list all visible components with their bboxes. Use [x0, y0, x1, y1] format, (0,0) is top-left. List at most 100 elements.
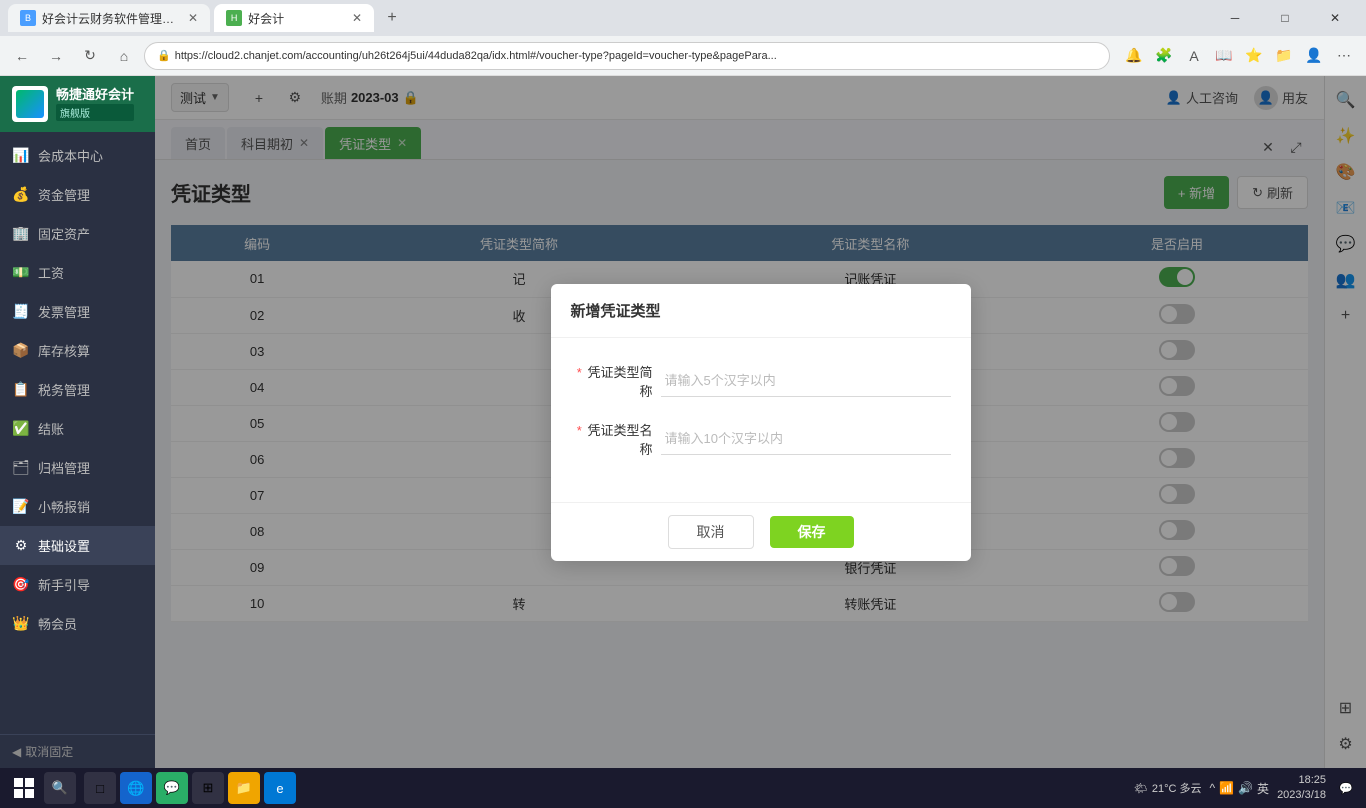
address-input[interactable]: 🔒 https://cloud2.chanjet.com/accounting/… [144, 42, 1110, 70]
logo-sub: 旗舰版 [56, 104, 134, 121]
modal-body: * 凭证类型简称 * 凭证类型名称 [551, 338, 971, 502]
tray-arrow[interactable]: ^ [1210, 781, 1216, 795]
cancel-button[interactable]: 取消 [668, 515, 754, 549]
logo-text: 畅捷通好会计 [56, 87, 134, 104]
save-button[interactable]: 保存 [770, 516, 854, 548]
abbr-input[interactable] [661, 365, 951, 397]
favorites-icon[interactable]: ⭐ [1240, 42, 1268, 70]
logo-icon [12, 86, 48, 122]
start-button[interactable] [8, 772, 40, 804]
taskbar-folder-button[interactable]: 📁 [228, 772, 260, 804]
sidebar-item-smallreport[interactable]: 📝 小畅报销 [0, 487, 155, 526]
clock-date: 2023/3/18 [1277, 788, 1326, 803]
name-input[interactable] [661, 423, 951, 455]
clock-time: 18:25 [1277, 773, 1326, 788]
add-voucher-type-modal: 新增凭证类型 * 凭证类型简称 * 凭证类型名称 取消 保存 [551, 284, 971, 561]
sidebar-label-archive: 归档管理 [38, 458, 90, 477]
back-button[interactable]: ← [8, 42, 36, 70]
sidebar-footer[interactable]: ◀ 取消固定 [0, 734, 155, 768]
minimize-button[interactable]: ─ [1212, 0, 1258, 36]
home-button[interactable]: ⌂ [110, 42, 138, 70]
sidebar-label-smallreport: 小畅报销 [38, 497, 90, 516]
sidebar-item-fixedasset[interactable]: 🏢 固定资产 [0, 214, 155, 253]
sidebar-label-checkout: 结账 [38, 419, 64, 438]
abbr-form-row: * 凭证类型简称 [571, 362, 951, 400]
unpin-label: 取消固定 [25, 743, 73, 760]
inventory-icon: 📦 [12, 342, 30, 360]
close-button[interactable]: ✕ [1312, 0, 1358, 36]
invoice-icon: 🧾 [12, 303, 30, 321]
salary-icon: 💵 [12, 264, 30, 282]
taskbar-windows-button[interactable]: ⊞ [192, 772, 224, 804]
name-form-row: * 凭证类型名称 [571, 420, 951, 458]
member-icon: 👑 [12, 615, 30, 633]
tab-bar: B 好会计云财务软件管理系统_会计 ✕ H 好会计 ✕ + ─ □ ✕ [0, 0, 1366, 36]
tab-close-2[interactable]: ✕ [352, 11, 362, 25]
browser-tab-2[interactable]: H 好会计 ✕ [214, 4, 374, 32]
sidebar-item-inventory[interactable]: 📦 库存核算 [0, 331, 155, 370]
name-label-text: 凭证类型名称 [587, 423, 652, 457]
sidebar-label-dashboardcenter: 会成本中心 [38, 146, 103, 165]
tab-favicon-1: B [20, 10, 36, 26]
reader-icon[interactable]: 📖 [1210, 42, 1238, 70]
sidebar-item-dashboardcenter[interactable]: 📊 会成本中心 [0, 136, 155, 175]
maximize-button[interactable]: □ [1262, 0, 1308, 36]
forward-button[interactable]: → [42, 42, 70, 70]
sidebar-item-archive[interactable]: 🗂 归档管理 [0, 448, 155, 487]
new-tab-button[interactable]: + [378, 4, 406, 32]
notifications-icon[interactable]: 🔔 [1120, 42, 1148, 70]
address-text: https://cloud2.chanjet.com/accounting/uh… [175, 50, 1097, 62]
sidebar-label-tax: 税务管理 [38, 380, 90, 399]
sidebar-label-member: 畅会员 [38, 614, 77, 633]
sidebar-item-member[interactable]: 👑 畅会员 [0, 604, 155, 643]
taskbar-system-tray: ^ 📶 🔊 英 [1210, 780, 1270, 797]
browser-tab-1[interactable]: B 好会计云财务软件管理系统_会计 ✕ [8, 4, 210, 32]
sidebar-item-salary[interactable]: 💵 工资 [0, 253, 155, 292]
sidebar-label-fixedasset: 固定资产 [38, 224, 90, 243]
sidebar-items: 📊 会成本中心 💰 资金管理 🏢 固定资产 💵 工资 🧾 发票管理 📦 [0, 132, 155, 734]
dashboardcenter-icon: 📊 [12, 147, 30, 165]
modal-overlay: 新增凭证类型 * 凭证类型简称 * 凭证类型名称 取消 保存 [155, 76, 1366, 768]
taskbar-search-button[interactable]: 🔍 [44, 772, 76, 804]
sidebar-label-guide: 新手引导 [38, 575, 90, 594]
sidebar-item-guide[interactable]: 🎯 新手引导 [0, 565, 155, 604]
abbr-required-star: * [577, 365, 582, 380]
taskbar-wechat-button[interactable]: 💬 [156, 772, 188, 804]
window-controls: ─ □ ✕ [1212, 0, 1358, 36]
notification-button[interactable]: 💬 [1334, 776, 1358, 800]
logo-icon-inner [16, 90, 44, 118]
modal-footer: 取消 保存 [551, 502, 971, 561]
sidebar-item-capital[interactable]: 💰 资金管理 [0, 175, 155, 214]
menu-icon[interactable]: ⋯ [1330, 42, 1358, 70]
taskbar-weather: 🌤 21°C 多云 [1134, 780, 1202, 796]
taskbar-edge-button[interactable]: 🌐 [120, 772, 152, 804]
taskbar-edge2-button[interactable]: e [264, 772, 296, 804]
sidebar-item-checkout[interactable]: ✅ 结账 [0, 409, 155, 448]
capital-icon: 💰 [12, 186, 30, 204]
sidebar-logo: 畅捷通好会计 旗舰版 [0, 76, 155, 132]
sidebar-label-settings: 基础设置 [38, 536, 90, 555]
tray-lang: 英 [1257, 780, 1269, 797]
tax-icon: 📋 [12, 381, 30, 399]
sidebar: 畅捷通好会计 旗舰版 📊 会成本中心 💰 资金管理 🏢 固定资产 💵 工资 [0, 76, 155, 768]
collections-icon[interactable]: 📁 [1270, 42, 1298, 70]
weather-icon: 🌤 [1134, 782, 1148, 795]
translate-icon[interactable]: A [1180, 42, 1208, 70]
sidebar-label-capital: 资金管理 [38, 185, 90, 204]
sidebar-item-tax[interactable]: 📋 税务管理 [0, 370, 155, 409]
profile-icon[interactable]: 👤 [1300, 42, 1328, 70]
archive-icon: 🗂 [12, 459, 30, 477]
reload-button[interactable]: ↻ [76, 42, 104, 70]
browser-tools: 🔔 🧩 A 📖 ⭐ 📁 👤 ⋯ [1120, 42, 1358, 70]
taskbar-multiview-button[interactable]: □ [84, 772, 116, 804]
settings-icon: ⚙ [12, 537, 30, 555]
sidebar-item-settings[interactable]: ⚙ 基础设置 [0, 526, 155, 565]
extensions-icon[interactable]: 🧩 [1150, 42, 1178, 70]
address-bar: ← → ↻ ⌂ 🔒 https://cloud2.chanjet.com/acc… [0, 36, 1366, 76]
tab-close-1[interactable]: ✕ [188, 11, 198, 25]
fixedasset-icon: 🏢 [12, 225, 30, 243]
sidebar-item-invoice[interactable]: 🧾 发票管理 [0, 292, 155, 331]
logo-text-container: 畅捷通好会计 旗舰版 [56, 87, 134, 121]
name-required-star: * [577, 423, 582, 438]
guide-icon: 🎯 [12, 576, 30, 594]
